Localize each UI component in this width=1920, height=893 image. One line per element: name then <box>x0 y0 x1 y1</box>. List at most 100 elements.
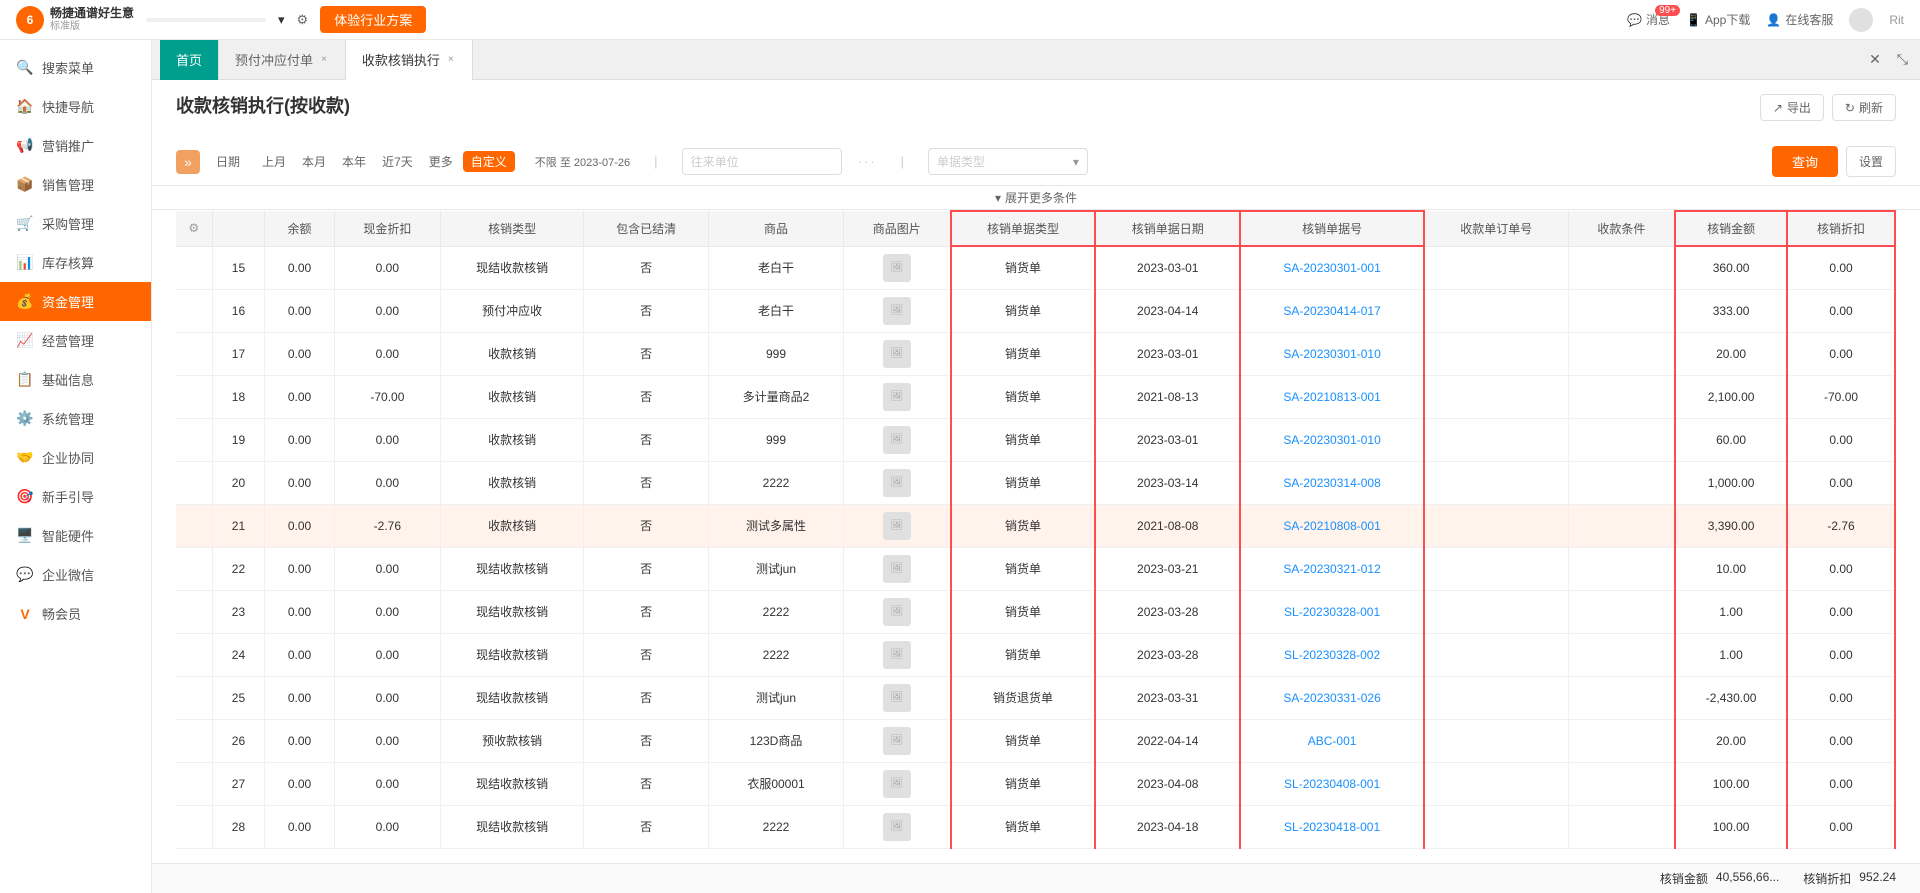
total-amount-value: 40,556,66... <box>1716 870 1779 887</box>
date-btn-last-month[interactable]: 上月 <box>256 151 292 172</box>
td-offset-bill-date: 2023-03-31 <box>1095 676 1240 719</box>
sidebar-item-marketing[interactable]: 📢 营销推广 <box>0 126 151 165</box>
date-btn-this-year[interactable]: 本年 <box>336 151 372 172</box>
refresh-btn[interactable]: ↻ 刷新 <box>1832 94 1896 121</box>
sidebar-item-quicknav[interactable]: 🏠 快捷导航 <box>0 87 151 126</box>
online-service-btn[interactable]: 👤 在线客服 <box>1766 11 1833 28</box>
bill-no-link[interactable]: SL-20230328-001 <box>1284 605 1380 619</box>
date-btn-custom[interactable]: 自定义 <box>463 151 515 172</box>
td-offset-bill-no[interactable]: SA-20210813-001 <box>1240 375 1424 418</box>
td-cash-discount: -70.00 <box>334 375 440 418</box>
sidebar-label-operation: 经营管理 <box>42 331 94 350</box>
date-btn-this-month[interactable]: 本月 <box>296 151 332 172</box>
address-bar[interactable] <box>146 18 266 22</box>
bill-no-link[interactable]: SA-20210813-001 <box>1283 390 1380 404</box>
bill-no-link[interactable]: SL-20230418-001 <box>1284 820 1380 834</box>
bill-no-link[interactable]: SA-20230301-010 <box>1283 433 1380 447</box>
td-offset-bill-no[interactable]: SA-20230301-001 <box>1240 246 1424 289</box>
td-offset-amount: 2,100.00 <box>1675 375 1787 418</box>
bill-no-link[interactable]: SA-20230301-001 <box>1283 261 1380 275</box>
tab-prepaid-offset[interactable]: 预付冲应付单 × <box>219 40 346 80</box>
dropdown-arrow[interactable]: ▾ <box>278 12 285 28</box>
bill-no-link[interactable]: SL-20230408-001 <box>1284 777 1380 791</box>
bill-no-link[interactable]: SA-20230314-008 <box>1283 476 1380 490</box>
td-offset-discount: 0.00 <box>1787 590 1895 633</box>
sidebar-item-member[interactable]: V 畅会员 <box>0 594 151 633</box>
td-offset-type: 预收款核销 <box>441 719 584 762</box>
bill-type-select[interactable]: 单据类型 ▾ <box>928 148 1088 175</box>
export-btn[interactable]: ↗ 导出 <box>1760 94 1824 121</box>
td-product-img: 🖼 <box>844 676 951 719</box>
footer-total-discount: 核销折扣 952.24 <box>1803 870 1896 887</box>
td-settings <box>176 504 212 547</box>
sidebar-item-newbie[interactable]: 🎯 新手引导 <box>0 477 151 516</box>
chevron-down-icon-3: ▾ <box>995 191 1001 205</box>
td-offset-bill-no[interactable]: SA-20230314-008 <box>1240 461 1424 504</box>
sidebar-item-finance[interactable]: 💰 资金管理 <box>0 282 151 321</box>
td-cash-discount: 0.00 <box>334 246 440 289</box>
expand-more-conditions[interactable]: ▾ 展开更多条件 <box>152 186 1920 210</box>
td-offset-bill-no[interactable]: SL-20230418-001 <box>1240 805 1424 848</box>
th-settings[interactable]: ⚙ <box>176 211 212 246</box>
sidebar-item-enterprise[interactable]: 🤝 企业协同 <box>0 438 151 477</box>
table-row: 20 0.00 0.00 收款核销 否 2222 🖼 销货单 2023-03-1… <box>176 461 1895 504</box>
td-offset-type: 收款核销 <box>441 461 584 504</box>
td-offset-bill-no[interactable]: SL-20230328-002 <box>1240 633 1424 676</box>
td-offset-amount: 1.00 <box>1675 633 1787 676</box>
tab-prepaid-close-icon[interactable]: × <box>319 52 329 67</box>
message-btn[interactable]: 💬 消息 99+ <box>1627 11 1670 28</box>
td-balance: 0.00 <box>265 504 334 547</box>
bill-no-link[interactable]: SL-20230328-002 <box>1284 648 1380 662</box>
sidebar-item-system[interactable]: ⚙️ 系统管理 <box>0 399 151 438</box>
table-row: 16 0.00 0.00 预付冲应收 否 老白干 🖼 销货单 2023-04-1… <box>176 289 1895 332</box>
tab-receipt-offset[interactable]: 收款核销执行 × <box>346 40 473 80</box>
sidebar-item-basicinfo[interactable]: 📋 基础信息 <box>0 360 151 399</box>
td-offset-bill-no[interactable]: SA-20230331-026 <box>1240 676 1424 719</box>
bill-no-link[interactable]: SA-20230331-026 <box>1283 691 1380 705</box>
sidebar-item-operation[interactable]: 📈 经营管理 <box>0 321 151 360</box>
td-offset-bill-no[interactable]: SL-20230408-001 <box>1240 762 1424 805</box>
td-offset-bill-no[interactable]: SA-20230321-012 <box>1240 547 1424 590</box>
td-offset-bill-no[interactable]: SA-20230301-010 <box>1240 418 1424 461</box>
app-download-btn[interactable]: 📱 App下载 <box>1686 11 1750 28</box>
settings-icon[interactable]: ⚙ <box>297 12 309 28</box>
filter-expand-icon-btn[interactable]: » <box>176 150 200 174</box>
sidebar-item-purchase[interactable]: 🛒 采购管理 <box>0 204 151 243</box>
bill-no-link[interactable]: SA-20230301-010 <box>1283 347 1380 361</box>
table-settings-icon[interactable]: ⚙ <box>188 221 199 235</box>
user-avatar[interactable] <box>1849 8 1873 32</box>
td-product: 123D商品 <box>708 719 843 762</box>
td-offset-bill-no[interactable]: SA-20230414-017 <box>1240 289 1424 332</box>
bill-no-link[interactable]: SA-20230414-017 <box>1283 304 1380 318</box>
bill-no-link[interactable]: SA-20230321-012 <box>1283 562 1380 576</box>
td-offset-bill-no[interactable]: SL-20230328-001 <box>1240 590 1424 633</box>
td-offset-bill-date: 2023-03-28 <box>1095 633 1240 676</box>
sidebar-item-smarthw[interactable]: 🖥️ 智能硬件 <box>0 516 151 555</box>
query-btn[interactable]: 查询 <box>1772 146 1838 177</box>
td-product: 老白干 <box>708 246 843 289</box>
partner-input[interactable]: 往来单位 <box>682 148 842 175</box>
settings-btn[interactable]: 设置 <box>1846 146 1896 177</box>
industry-btn[interactable]: 体验行业方案 <box>320 6 426 33</box>
td-offset-bill-no[interactable]: ABC-001 <box>1240 719 1424 762</box>
bill-no-link[interactable]: SA-20210808-001 <box>1283 519 1380 533</box>
tab-receipt-close-icon[interactable]: × <box>446 52 456 67</box>
date-btn-7days[interactable]: 近7天 <box>376 151 419 172</box>
td-balance: 0.00 <box>265 418 334 461</box>
tab-home[interactable]: 首页 <box>160 40 219 80</box>
sidebar-item-search[interactable]: 🔍 搜索菜单 <box>0 48 151 87</box>
sidebar-item-wechat[interactable]: 💬 企业微信 <box>0 555 151 594</box>
tab-expand-btn[interactable]: ⤡ <box>1893 47 1912 72</box>
td-offset-amount: 10.00 <box>1675 547 1787 590</box>
sidebar-item-sales[interactable]: 📦 销售管理 <box>0 165 151 204</box>
td-offset-bill-no[interactable]: SA-20210808-001 <box>1240 504 1424 547</box>
filter-separator-2: | <box>901 154 904 169</box>
tab-close-all-btn[interactable]: ✕ <box>1865 47 1885 72</box>
date-btn-more[interactable]: 更多 <box>423 151 459 172</box>
td-offset-bill-no[interactable]: SA-20230301-010 <box>1240 332 1424 375</box>
filter-dots: ··· <box>858 154 877 169</box>
bill-no-link[interactable]: ABC-001 <box>1308 734 1357 748</box>
sidebar-item-inventory[interactable]: 📊 库存核算 <box>0 243 151 282</box>
td-offset-bill-date: 2023-03-14 <box>1095 461 1240 504</box>
sidebar: 🔍 搜索菜单 🏠 快捷导航 📢 营销推广 📦 销售管理 🛒 采购管理 📊 库存核… <box>0 40 152 893</box>
